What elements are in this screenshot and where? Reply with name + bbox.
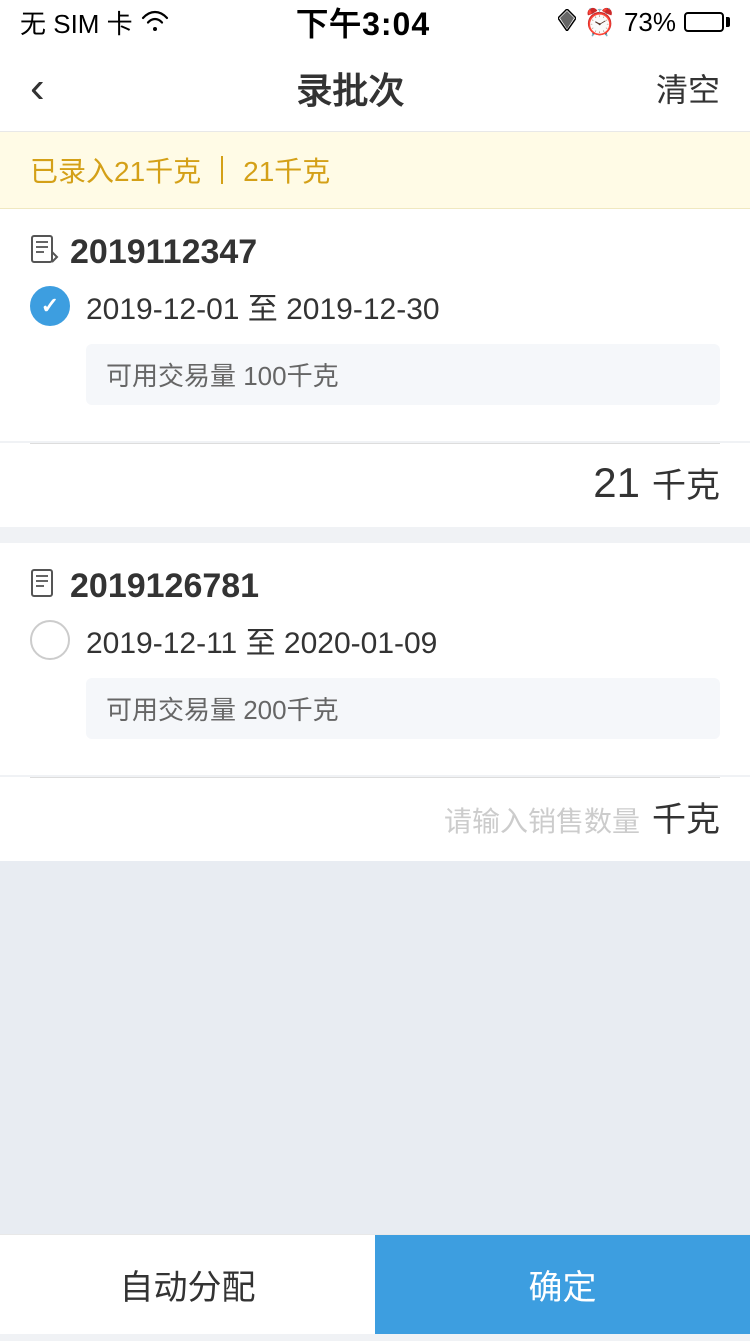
blank-area [0,861,750,1241]
alarm-icon: ⏰ [584,7,616,38]
input-unit-2: 千克 [652,792,720,841]
battery-icon [684,12,730,32]
summary-divider [221,156,223,184]
back-button[interactable]: ‹ [30,66,45,110]
wifi-icon [141,7,169,38]
availability-box-1: 可用交易量 100千克 [86,344,720,405]
radio-2[interactable] [30,620,70,660]
radio-1[interactable]: ✓ [30,286,70,326]
amount-value-1: 21 [593,459,640,507]
batch-header-2: 2019126781 [30,567,720,606]
amount-row-1: 21 千克 [30,454,720,523]
nav-bar: ‹ 录批次 清空 [0,44,750,132]
batch-header-1: 2019112347 [30,233,720,272]
content-area: 2019112347 ✓ 2019-12-01 至 2019-12-30 可用交… [0,209,750,1341]
quantity-input-2[interactable] [360,798,640,840]
batch-card-1: 2019112347 ✓ 2019-12-01 至 2019-12-30 可用交… [0,209,750,441]
status-bar: 无 SIM 卡 下午3:04 ⏰ 73% [0,0,750,44]
page-title: 录批次 [296,62,404,114]
input-divider-2 [30,777,720,778]
confirm-button[interactable]: 确定 [375,1235,750,1334]
batch-date-row-2: 2019-12-11 至 2020-01-09 [30,618,720,662]
summary-label: 已录入21千克 [30,150,201,190]
input-row-2: 千克 [30,788,720,857]
summary-bar: 已录入21千克 21千克 [0,132,750,209]
batch-date-1: 2019-12-01 至 2019-12-30 [86,284,440,328]
input-container-2: 千克 [0,777,750,861]
availability-text-1: 可用交易量 100千克 [106,361,339,391]
check-icon-1: ✓ [41,293,59,319]
amount-unit-1: 千克 [652,458,720,507]
amount-divider-1 [30,443,720,444]
status-left: 无 SIM 卡 [20,4,169,41]
auto-distribute-button[interactable]: 自动分配 [0,1235,375,1334]
batch-doc-icon-1 [30,234,60,272]
batch-date-row-1: ✓ 2019-12-01 至 2019-12-30 [30,284,720,328]
batch-id-2: 2019126781 [70,567,259,606]
availability-box-2: 可用交易量 200千克 [86,678,720,739]
bottom-bar: 自动分配 确定 [0,1234,750,1334]
clear-button[interactable]: 清空 [656,65,720,111]
section-separator [0,527,750,543]
amount-container-1: 21 千克 [0,443,750,527]
summary-value: 21千克 [243,150,330,190]
location-icon [558,7,576,38]
batch-doc-icon-2 [30,568,60,606]
batch-id-1: 2019112347 [70,233,257,272]
status-right: ⏰ 73% [558,7,730,38]
battery-percent: 73% [624,7,676,38]
status-time: 下午3:04 [296,0,430,45]
batch-card-2: 2019126781 2019-12-11 至 2020-01-09 可用交易量… [0,543,750,775]
batch-date-2: 2019-12-11 至 2020-01-09 [86,618,437,662]
no-sim-label: 无 SIM 卡 [20,4,133,41]
availability-text-2: 可用交易量 200千克 [106,695,339,725]
